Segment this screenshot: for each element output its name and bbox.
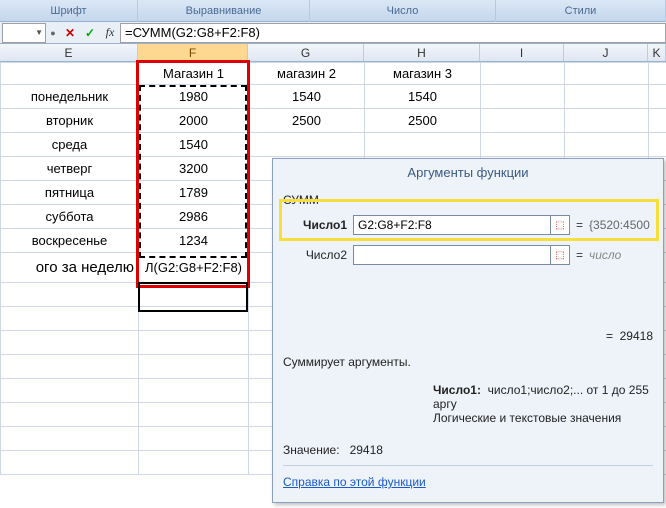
col-header-H[interactable]: H [364, 44, 480, 61]
cell-G[interactable]: 1540 [249, 85, 365, 109]
range-picker-icon[interactable]: ⬚ [550, 215, 570, 235]
cell-rowlabel[interactable]: вторник [1, 109, 139, 133]
cell-footer-F[interactable]: Л(G2:G8+F2:F8) [139, 253, 249, 283]
cell[interactable] [565, 109, 649, 133]
cell[interactable] [565, 133, 649, 157]
cell-H[interactable]: 2500 [365, 109, 481, 133]
cell[interactable] [1, 331, 139, 355]
cell-F[interactable]: 2000 [139, 109, 249, 133]
ribbon-group-font: Шрифт [0, 0, 138, 22]
cell[interactable] [649, 109, 666, 133]
cell[interactable] [139, 403, 249, 427]
cell[interactable] [249, 133, 365, 157]
cell[interactable] [139, 355, 249, 379]
arg1-input[interactable]: G2:G8+F2:F8 [353, 215, 551, 235]
cell[interactable] [565, 85, 649, 109]
cell-rowlabel[interactable]: понедельник [1, 85, 139, 109]
cancel-formula-button[interactable]: ✕ [60, 23, 80, 43]
cell[interactable] [139, 379, 249, 403]
cell[interactable] [565, 63, 649, 85]
cell[interactable] [1, 355, 139, 379]
arg1-result: {3520:4500 [589, 218, 659, 232]
cell-H[interactable]: 1540 [365, 85, 481, 109]
ribbon-group-number: Число [310, 0, 496, 22]
ribbon-group-alignment: Выравнивание [138, 0, 310, 22]
arg2-input[interactable] [353, 245, 551, 265]
dialog-description: Суммирует аргументы. [283, 355, 411, 369]
cell-F[interactable]: 1234 [139, 229, 249, 253]
col-header-E[interactable]: E [0, 44, 138, 61]
cell-F[interactable]: 2986 [139, 205, 249, 229]
cell-rowlabel[interactable]: воскресенье [1, 229, 139, 253]
ribbon-group-labels: Шрифт Выравнивание Число Стили [0, 0, 666, 22]
formula-text: =СУММ(G2:G8+F2:F8) [125, 25, 260, 40]
cell-header-F[interactable]: Магазин 1 [139, 63, 249, 85]
cell-rowlabel[interactable]: пятница [1, 181, 139, 205]
col-header-F[interactable]: F [138, 44, 248, 61]
cell-F[interactable]: 1980 [139, 85, 249, 109]
cell-header-G[interactable]: магазин 2 [249, 63, 365, 85]
arg2-label: Число2 [291, 248, 353, 262]
column-headers: E F G H I J K [0, 44, 666, 62]
cell-F[interactable]: 1789 [139, 181, 249, 205]
cell-F[interactable]: 3200 [139, 157, 249, 181]
cell-F[interactable]: 1540 [139, 133, 249, 157]
cell[interactable] [139, 427, 249, 451]
col-header-K[interactable]: K [648, 44, 666, 61]
function-arguments-dialog[interactable]: Аргументы функции СУММ Число1 G2:G8+F2:F… [272, 158, 664, 503]
col-header-G[interactable]: G [248, 44, 364, 61]
formula-bar: ▼ ● ✕ ✓ fx =СУММ(G2:G8+F2:F8) [0, 22, 666, 44]
cell[interactable] [1, 307, 139, 331]
cell[interactable] [1, 283, 139, 307]
cell[interactable] [1, 427, 139, 451]
arg2-result: число [589, 248, 659, 262]
confirm-formula-button[interactable]: ✓ [80, 23, 100, 43]
dialog-arg-description: Число1: число1;число2;... от 1 до 255 ар… [433, 383, 659, 425]
equals-icon: = [570, 218, 589, 232]
cell-rowlabel[interactable]: суббота [1, 205, 139, 229]
cell[interactable] [139, 331, 249, 355]
cell[interactable] [481, 63, 565, 85]
cell[interactable] [139, 307, 249, 331]
formula-input[interactable]: =СУММ(G2:G8+F2:F8) [120, 23, 666, 43]
cell[interactable] [1, 63, 139, 85]
cell-G[interactable]: 2500 [249, 109, 365, 133]
cell[interactable] [481, 133, 565, 157]
insert-function-button[interactable]: fx [100, 23, 120, 43]
col-header-I[interactable]: I [480, 44, 564, 61]
dialog-title: Аргументы функции [273, 159, 663, 190]
dialog-total: = 29418 [606, 329, 653, 343]
dropdown-icon: ▼ [35, 28, 43, 37]
dialog-function-name: СУММ [283, 193, 319, 207]
namebox-expand-icon[interactable]: ● [46, 23, 60, 43]
arg-row-2: Число2 ⬚ = число [291, 243, 659, 267]
cell[interactable] [481, 85, 565, 109]
dialog-divider [283, 465, 653, 466]
help-link[interactable]: Справка по этой функции [283, 475, 426, 489]
cell-header-H[interactable]: магазин 3 [365, 63, 481, 85]
name-box[interactable]: ▼ [2, 23, 46, 43]
cell[interactable] [649, 63, 666, 85]
cell[interactable] [649, 133, 666, 157]
col-header-J[interactable]: J [564, 44, 648, 61]
cell[interactable] [139, 283, 249, 307]
cell[interactable] [365, 133, 481, 157]
cell[interactable] [481, 109, 565, 133]
cell[interactable] [649, 85, 666, 109]
cell[interactable] [1, 451, 139, 475]
cell[interactable] [1, 379, 139, 403]
arg1-label: Число1 [291, 218, 353, 232]
cell[interactable] [139, 451, 249, 475]
cell-rowlabel[interactable]: среда [1, 133, 139, 157]
ribbon-group-styles: Стили [496, 0, 666, 22]
cell-rowlabel[interactable]: четверг [1, 157, 139, 181]
cell-footer-E[interactable]: ого за неделю [1, 253, 139, 283]
dialog-result-row: Значение: 29418 [283, 443, 383, 457]
cell[interactable] [1, 403, 139, 427]
equals-icon: = [570, 248, 589, 262]
arg-row-1: Число1 G2:G8+F2:F8 ⬚ = {3520:4500 [291, 213, 659, 237]
range-picker-icon[interactable]: ⬚ [550, 245, 570, 265]
